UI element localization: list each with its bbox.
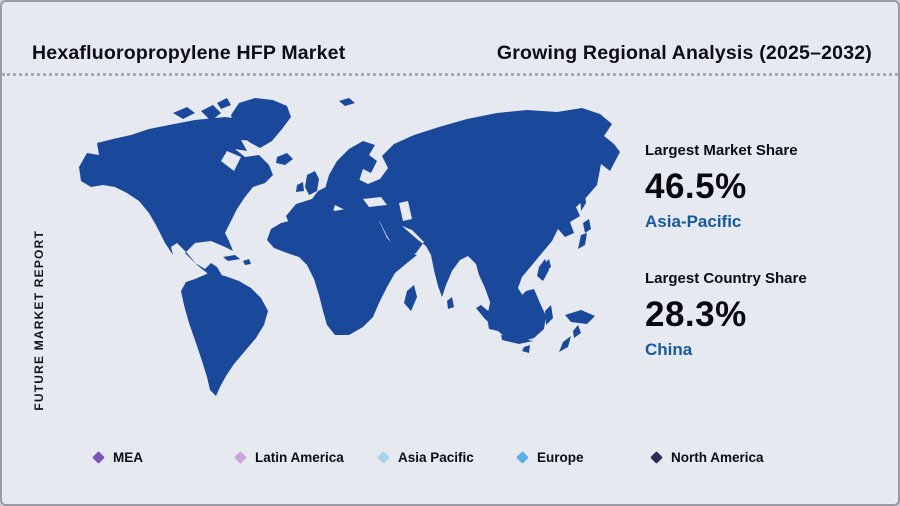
stat-value: 28.3% xyxy=(645,295,747,334)
legend-label: MEA xyxy=(113,450,143,465)
legend-item-europe: Europe xyxy=(516,450,584,465)
watermark-label: FUTURE MARKET REPORT xyxy=(32,230,46,411)
legend-item-latin-america: Latin America xyxy=(234,450,344,465)
diamond-marker-icon xyxy=(377,451,390,464)
caribbean-islands xyxy=(223,255,251,265)
page-title: Hexafluoropropylene HFP Market xyxy=(32,42,346,64)
infographic-root: Hexafluoropropylene HFP Market Growing R… xyxy=(0,0,900,506)
svalbard xyxy=(339,98,355,106)
diamond-marker-icon xyxy=(650,451,663,464)
stat-region: China xyxy=(645,340,693,359)
british-isles xyxy=(296,171,319,195)
world-map-icon xyxy=(79,98,620,396)
legend-label: Latin America xyxy=(255,450,344,465)
madagascar xyxy=(404,285,417,311)
legend-item-mea: MEA xyxy=(92,450,143,465)
continent-south-america xyxy=(181,273,268,396)
diamond-marker-icon xyxy=(516,451,529,464)
stat-market-share: Largest Market Share 46.5% Asia-Pacific xyxy=(645,142,895,232)
dotted-divider xyxy=(2,73,898,76)
stat-value: 46.5% xyxy=(645,167,747,206)
legend-label: North America xyxy=(671,450,764,465)
stat-label: Largest Country Share xyxy=(645,270,807,287)
header: Hexafluoropropylene HFP Market Growing R… xyxy=(2,2,898,73)
stats-panel: Largest Market Share 46.5% Asia-Pacific … xyxy=(645,142,895,360)
diamond-marker-icon xyxy=(234,451,247,464)
iceland xyxy=(276,153,293,165)
sri-lanka xyxy=(447,297,454,309)
page-subtitle: Growing Regional Analysis (2025–2032) xyxy=(496,42,872,64)
legend-item-north-america: North America xyxy=(650,450,764,465)
diamond-marker-icon xyxy=(92,451,105,464)
stat-label: Largest Market Share xyxy=(645,142,798,159)
legend-label: Asia Pacific xyxy=(398,450,474,465)
stat-region: Asia-Pacific xyxy=(645,212,742,231)
legend-label: Europe xyxy=(537,450,584,465)
new-zealand xyxy=(559,325,581,352)
continent-north-america xyxy=(79,117,273,290)
legend-item-asia-pacific: Asia Pacific xyxy=(377,450,474,465)
stat-country-share: Largest Country Share 28.3% China xyxy=(645,270,895,360)
